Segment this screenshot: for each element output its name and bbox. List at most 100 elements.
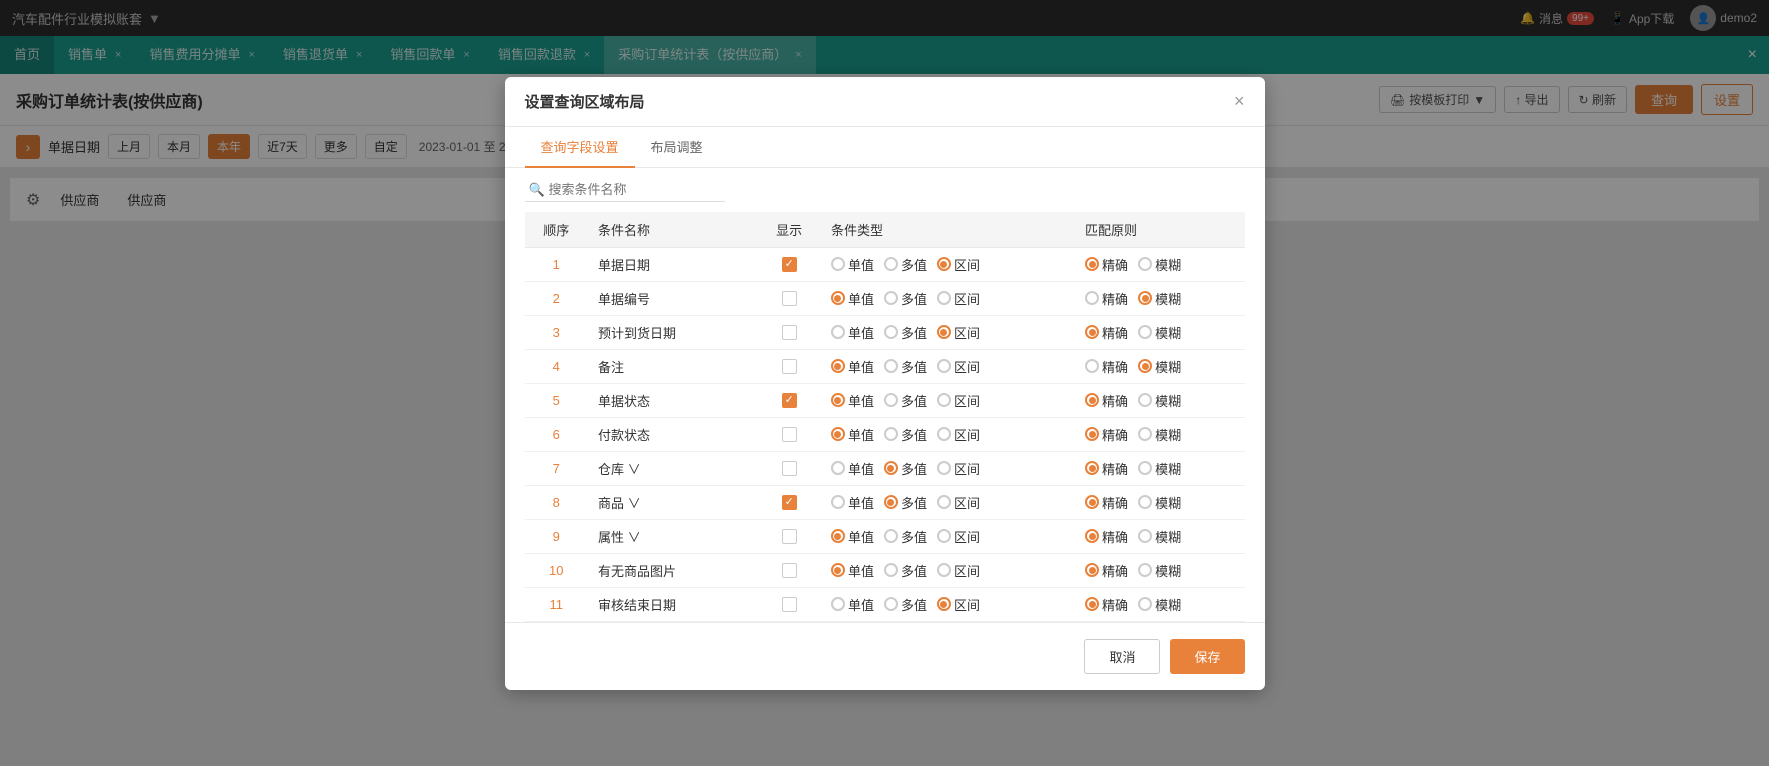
radio-type-区间[interactable]: 区间 bbox=[937, 459, 980, 478]
radio-type-单值[interactable]: 单值 bbox=[831, 255, 874, 274]
checkbox-display[interactable] bbox=[782, 563, 797, 578]
radio-match-精确[interactable]: 精确 bbox=[1085, 561, 1128, 580]
row-display-checkbox[interactable] bbox=[757, 587, 821, 621]
radio-match-精确[interactable]: 精确 bbox=[1085, 323, 1128, 342]
radio-type-单值[interactable]: 单值 bbox=[831, 459, 874, 478]
radio-type-区间[interactable]: 区间 bbox=[937, 561, 980, 580]
radio-circle bbox=[1085, 495, 1099, 509]
radio-type-单值[interactable]: 单值 bbox=[831, 527, 874, 546]
row-display-checkbox[interactable] bbox=[757, 247, 821, 281]
radio-type-单值[interactable]: 单值 bbox=[831, 595, 874, 614]
row-display-checkbox[interactable] bbox=[757, 315, 821, 349]
radio-match-精确[interactable]: 精确 bbox=[1085, 459, 1128, 478]
radio-type-多值[interactable]: 多值 bbox=[884, 425, 927, 444]
radio-type-多值[interactable]: 多值 bbox=[884, 289, 927, 308]
radio-type-多值[interactable]: 多值 bbox=[884, 561, 927, 580]
checkbox-display[interactable] bbox=[782, 291, 797, 306]
row-display-checkbox[interactable] bbox=[757, 383, 821, 417]
checkbox-display[interactable] bbox=[782, 529, 797, 544]
radio-type-区间[interactable]: 区间 bbox=[937, 391, 980, 410]
radio-type-区间[interactable]: 区间 bbox=[937, 289, 980, 308]
row-display-checkbox[interactable] bbox=[757, 485, 821, 519]
radio-type-多值[interactable]: 多值 bbox=[884, 595, 927, 614]
checkbox-display[interactable] bbox=[782, 427, 797, 442]
radio-type-多值[interactable]: 多值 bbox=[884, 527, 927, 546]
row-display-checkbox[interactable] bbox=[757, 451, 821, 485]
radio-match-精确[interactable]: 精确 bbox=[1085, 357, 1128, 376]
radio-match-模糊[interactable]: 模糊 bbox=[1138, 357, 1181, 376]
radio-type-区间[interactable]: 区间 bbox=[937, 357, 980, 376]
condition-search-input[interactable] bbox=[525, 178, 725, 202]
checkbox-display[interactable] bbox=[782, 359, 797, 374]
settings-modal: 设置查询区域布局 × 查询字段设置 布局调整 🔍 顺序 bbox=[505, 77, 1265, 690]
radio-circle bbox=[1138, 325, 1152, 339]
radio-match-精确[interactable]: 精确 bbox=[1085, 255, 1128, 274]
radio-match-精确[interactable]: 精确 bbox=[1085, 527, 1128, 546]
search-wrap: 🔍 bbox=[525, 178, 725, 202]
checkbox-display[interactable] bbox=[782, 257, 797, 272]
radio-match-模糊[interactable]: 模糊 bbox=[1138, 289, 1181, 308]
radio-type-单值[interactable]: 单值 bbox=[831, 357, 874, 376]
row-display-checkbox[interactable] bbox=[757, 553, 821, 587]
radio-match-模糊[interactable]: 模糊 bbox=[1138, 459, 1181, 478]
checkbox-display[interactable] bbox=[782, 325, 797, 340]
cancel-button[interactable]: 取消 bbox=[1084, 639, 1160, 674]
radio-circle bbox=[1085, 597, 1099, 611]
save-button[interactable]: 保存 bbox=[1170, 639, 1244, 674]
radio-type-区间[interactable]: 区间 bbox=[937, 323, 980, 342]
radio-circle bbox=[937, 291, 951, 305]
row-display-checkbox[interactable] bbox=[757, 281, 821, 315]
radio-type-单值[interactable]: 单值 bbox=[831, 289, 874, 308]
checkbox-display[interactable] bbox=[782, 495, 797, 510]
radio-circle bbox=[884, 563, 898, 577]
radio-match-精确[interactable]: 精确 bbox=[1085, 391, 1128, 410]
row-match-radios: 精确模糊 bbox=[1075, 519, 1244, 553]
row-display-checkbox[interactable] bbox=[757, 519, 821, 553]
tab-layout-adjust[interactable]: 布局调整 bbox=[635, 127, 719, 168]
radio-match-精确[interactable]: 精确 bbox=[1085, 289, 1128, 308]
table-row: 11审核结束日期单值多值区间精确模糊 bbox=[525, 587, 1245, 621]
radio-match-模糊[interactable]: 模糊 bbox=[1138, 595, 1181, 614]
radio-match-模糊[interactable]: 模糊 bbox=[1138, 391, 1181, 410]
radio-type-单值[interactable]: 单值 bbox=[831, 493, 874, 512]
radio-type-区间[interactable]: 区间 bbox=[937, 493, 980, 512]
radio-match-模糊[interactable]: 模糊 bbox=[1138, 527, 1181, 546]
row-condition-name: 单据日期 bbox=[588, 247, 757, 281]
row-condition-name: 仓库 ∨ bbox=[588, 451, 757, 485]
radio-type-多值[interactable]: 多值 bbox=[884, 323, 927, 342]
radio-circle bbox=[1085, 257, 1099, 271]
radio-type-多值[interactable]: 多值 bbox=[884, 391, 927, 410]
radio-circle bbox=[831, 461, 845, 475]
radio-match-精确[interactable]: 精确 bbox=[1085, 595, 1128, 614]
radio-match-精确[interactable]: 精确 bbox=[1085, 425, 1128, 444]
radio-match-精确[interactable]: 精确 bbox=[1085, 493, 1128, 512]
checkbox-display[interactable] bbox=[782, 597, 797, 612]
radio-type-区间[interactable]: 区间 bbox=[937, 425, 980, 444]
radio-type-区间[interactable]: 区间 bbox=[937, 527, 980, 546]
radio-type-单值[interactable]: 单值 bbox=[831, 391, 874, 410]
radio-type-区间[interactable]: 区间 bbox=[937, 255, 980, 274]
row-display-checkbox[interactable] bbox=[757, 349, 821, 383]
radio-type-单值[interactable]: 单值 bbox=[831, 323, 874, 342]
radio-type-多值[interactable]: 多值 bbox=[884, 255, 927, 274]
radio-type-区间[interactable]: 区间 bbox=[937, 595, 980, 614]
row-order: 8 bbox=[525, 485, 589, 519]
modal-close-button[interactable]: × bbox=[1234, 92, 1245, 110]
radio-circle bbox=[884, 359, 898, 373]
row-type-radios: 单值多值区间 bbox=[821, 417, 1075, 451]
checkbox-display[interactable] bbox=[782, 393, 797, 408]
checkbox-display[interactable] bbox=[782, 461, 797, 476]
radio-match-模糊[interactable]: 模糊 bbox=[1138, 493, 1181, 512]
radio-type-多值[interactable]: 多值 bbox=[884, 459, 927, 478]
radio-type-单值[interactable]: 单值 bbox=[831, 425, 874, 444]
radio-match-模糊[interactable]: 模糊 bbox=[1138, 561, 1181, 580]
radio-match-模糊[interactable]: 模糊 bbox=[1138, 323, 1181, 342]
tab-query-fields[interactable]: 查询字段设置 bbox=[525, 127, 635, 168]
radio-type-多值[interactable]: 多值 bbox=[884, 493, 927, 512]
radio-type-单值[interactable]: 单值 bbox=[831, 561, 874, 580]
radio-match-模糊[interactable]: 模糊 bbox=[1138, 425, 1181, 444]
radio-type-多值[interactable]: 多值 bbox=[884, 357, 927, 376]
radio-match-模糊[interactable]: 模糊 bbox=[1138, 255, 1181, 274]
radio-circle bbox=[1085, 529, 1099, 543]
row-display-checkbox[interactable] bbox=[757, 417, 821, 451]
